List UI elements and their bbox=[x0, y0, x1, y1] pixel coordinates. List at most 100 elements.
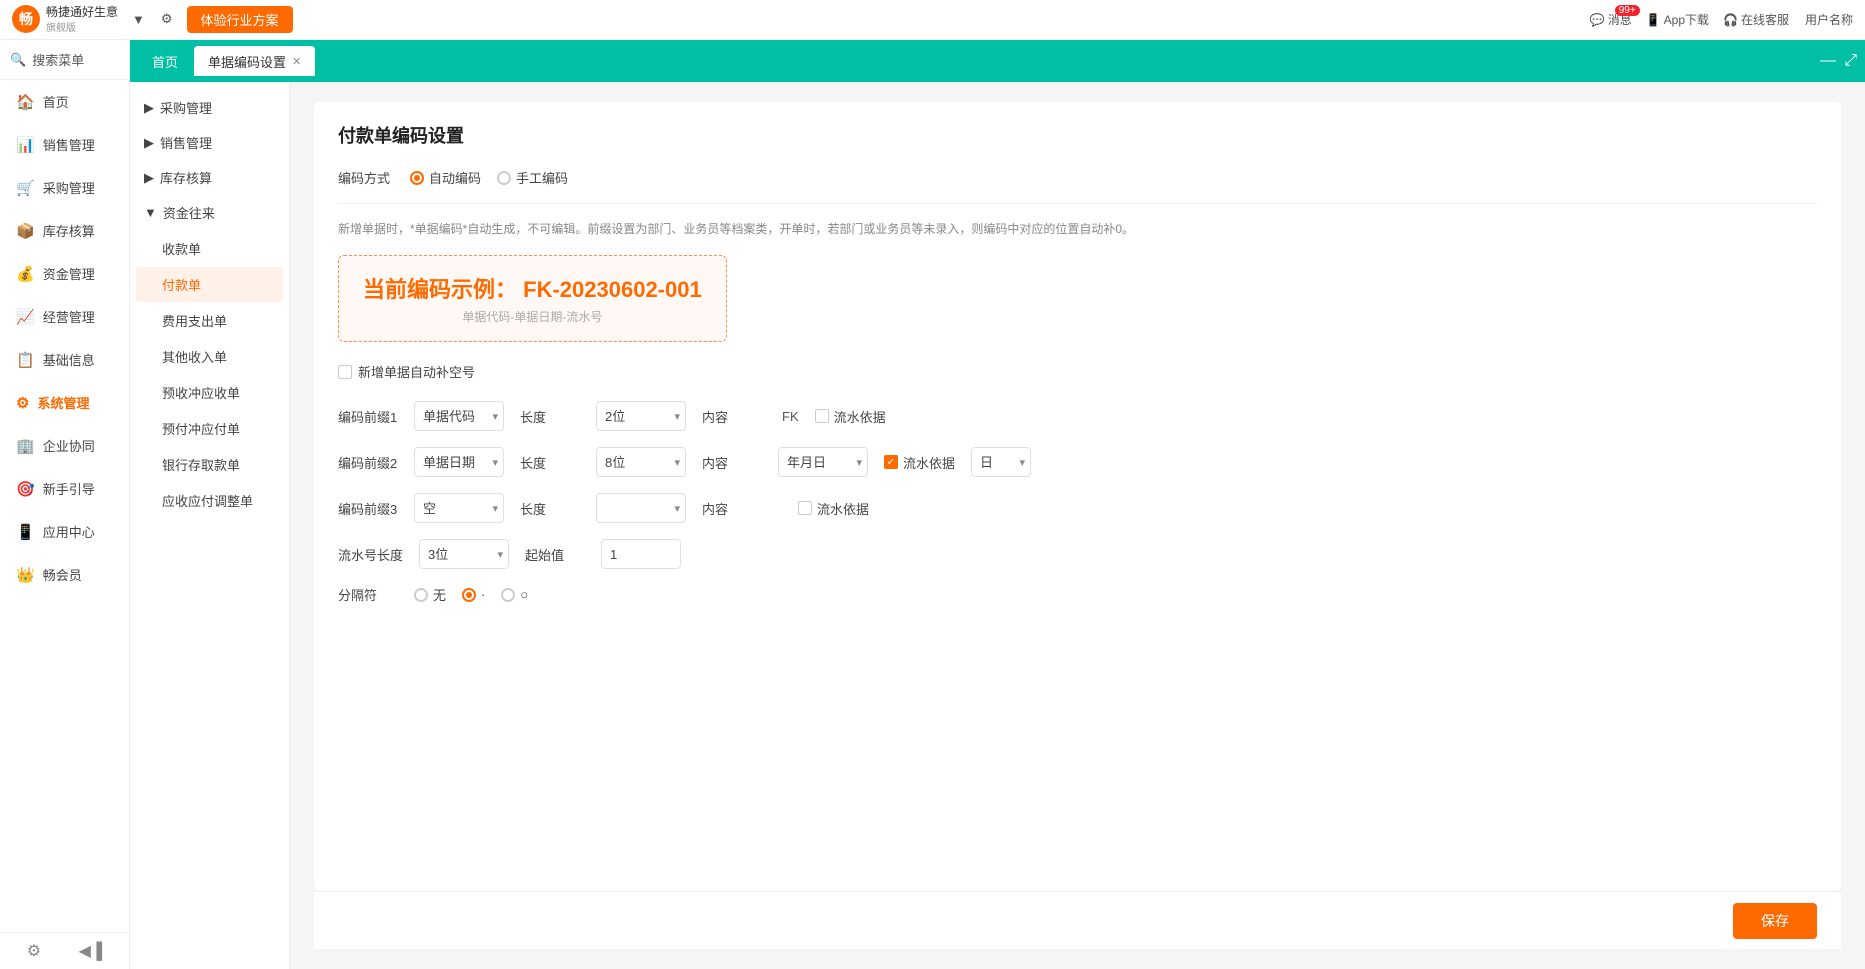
prefix3-content-label: 内容 bbox=[702, 499, 762, 518]
prefix-row-2: 编码前缀2 单据日期 长度 8位 内容 bbox=[338, 447, 1817, 477]
tab-encoding-label: 单据编码设置 bbox=[208, 52, 286, 71]
prefix1-flow-box bbox=[815, 409, 829, 423]
topbar-nav-dropdown[interactable]: ▼ bbox=[126, 10, 151, 29]
service-icon-item[interactable]: 🎧 在线客服 bbox=[1723, 11, 1789, 28]
prefix1-length-label: 长度 bbox=[520, 407, 580, 426]
desc-text: 新增单据时，*单据编码*自动生成，不可编辑。前缀设置为部门、业务员等档案类，开单… bbox=[338, 220, 1817, 239]
sidebar-item-system[interactable]: ⚙ 系统管理 bbox=[4, 383, 125, 422]
menu-item-payment[interactable]: 付款单 bbox=[136, 267, 283, 302]
menu-item-advance-payment[interactable]: 预付冲应付单 bbox=[136, 411, 283, 446]
menu-item-advance-receipt[interactable]: 预收冲应收单 bbox=[136, 375, 283, 410]
manual-code-radio[interactable]: 手工编码 bbox=[497, 168, 568, 187]
download-label: App下载 bbox=[1664, 11, 1709, 28]
sidebar-item-purchase[interactable]: 🛒 采购管理 bbox=[4, 168, 125, 207]
download-icon-item[interactable]: 📱 App下载 bbox=[1646, 11, 1709, 28]
preview-sub: 单据代码-单据日期-流水号 bbox=[363, 308, 702, 325]
menu-item-adjust[interactable]: 应收应付调整单 bbox=[136, 483, 283, 518]
auto-fill-label: 新增单据自动补空号 bbox=[358, 362, 475, 381]
menu-item-receipt[interactable]: 收款单 bbox=[136, 231, 283, 266]
sidebar-item-home[interactable]: 🏠 首页 bbox=[4, 82, 125, 121]
prefix2-length-select[interactable]: 8位 bbox=[596, 447, 686, 477]
prefix3-flow-label: 流水依据 bbox=[817, 499, 869, 518]
sidebar-item-inventory-label: 库存核算 bbox=[43, 221, 95, 240]
separator-none-radio[interactable]: 无 bbox=[414, 585, 446, 604]
serial-length-label: 流水号长度 bbox=[338, 545, 403, 564]
sidebar-collapse-icon[interactable]: ◀▐ bbox=[79, 941, 103, 961]
prefix-row-3: 编码前缀3 空 长度 内容 bbox=[338, 493, 1817, 523]
sidebar-item-newbie-label: 新手引导 bbox=[43, 479, 95, 498]
auto-code-radio-dot bbox=[410, 171, 424, 185]
prefix3-select-wrapper: 空 bbox=[414, 493, 504, 523]
menu-group-capital[interactable]: ▼ 资金往来 bbox=[130, 195, 289, 230]
sidebar-item-basic-label: 基础信息 bbox=[43, 350, 95, 369]
prefix3-select[interactable]: 空 bbox=[414, 493, 504, 523]
separator-circle-dot bbox=[501, 588, 515, 602]
sidebar-item-sales-label: 销售管理 bbox=[43, 135, 95, 154]
prefix3-flow-checkbox[interactable]: 流水依据 bbox=[798, 499, 869, 518]
prefix1-flow-checkbox[interactable]: 流水依据 bbox=[815, 407, 886, 426]
save-button[interactable]: 保存 bbox=[1733, 903, 1817, 939]
preview-code: 当前编码示例： FK-20230602-001 bbox=[363, 272, 702, 304]
tabbar-minimize-icon[interactable]: — bbox=[1820, 52, 1836, 70]
sidebar-item-inventory[interactable]: 📦 库存核算 bbox=[4, 211, 125, 250]
message-icon-item[interactable]: 💬 消息 99+ bbox=[1590, 11, 1632, 28]
serial-length-select[interactable]: 3位 bbox=[419, 539, 509, 569]
separator-none-dot bbox=[414, 588, 428, 602]
sidebar-item-basic[interactable]: 📋 基础信息 bbox=[4, 340, 125, 379]
sidebar-item-finance[interactable]: 💰 资金管理 bbox=[4, 254, 125, 293]
tab-home[interactable]: 首页 bbox=[138, 46, 192, 76]
separator-dot-radio[interactable]: · bbox=[462, 587, 485, 602]
tabbar: 首页 单据编码设置 ✕ — ⤢ bbox=[130, 40, 1865, 82]
tabbar-maximize-icon[interactable]: ⤢ bbox=[1844, 52, 1857, 70]
search-menu[interactable]: 🔍 搜索菜单 bbox=[0, 40, 129, 80]
sidebar-item-enterprise[interactable]: 🏢 企业协同 bbox=[4, 426, 125, 465]
sidebar-item-newbie[interactable]: 🎯 新手引导 bbox=[4, 469, 125, 508]
prefix2-unit-wrapper: 日 bbox=[971, 447, 1031, 477]
prefix1-label: 编码前缀1 bbox=[338, 407, 398, 426]
tab-encoding[interactable]: 单据编码设置 ✕ bbox=[194, 46, 315, 76]
menu-item-bank[interactable]: 银行存取款单 bbox=[136, 447, 283, 482]
serial-start-input[interactable] bbox=[601, 539, 681, 569]
prefix1-length-select[interactable]: 2位 bbox=[596, 401, 686, 431]
sidebar-settings-icon[interactable]: ⚙ bbox=[27, 941, 41, 961]
sidebar-item-operations[interactable]: 📈 经营管理 bbox=[4, 297, 125, 336]
prefix1-select[interactable]: 单据代码 bbox=[414, 401, 504, 431]
enterprise-icon: 🏢 bbox=[16, 437, 35, 455]
menu-group-purchase-arrow: ▶ bbox=[144, 100, 154, 116]
sidebar-item-appstore[interactable]: 📱 应用中心 bbox=[4, 512, 125, 551]
service-label: 在线客服 bbox=[1741, 11, 1789, 28]
user-label[interactable]: 用户名称 bbox=[1805, 11, 1853, 28]
tab-encoding-close[interactable]: ✕ bbox=[292, 55, 301, 68]
prefix2-unit-select[interactable]: 日 bbox=[971, 447, 1031, 477]
prefix2-select[interactable]: 单据日期 bbox=[414, 447, 504, 477]
encoding-method-row: 编码方式 自动编码 手工编码 bbox=[338, 168, 1817, 204]
auto-fill-checkbox[interactable] bbox=[338, 365, 352, 379]
preview-label: 当前编码示例： bbox=[363, 277, 517, 302]
serial-row: 流水号长度 3位 起始值 bbox=[338, 539, 1817, 569]
prefix2-content-wrapper: 年月日 bbox=[778, 447, 868, 477]
sidebar-item-vip[interactable]: 👑 畅会员 bbox=[4, 555, 125, 594]
menu-group-purchase[interactable]: ▶ 采购管理 bbox=[130, 90, 289, 125]
prefix2-content-select[interactable]: 年月日 bbox=[778, 447, 868, 477]
sidebar-item-sales[interactable]: 📊 销售管理 bbox=[4, 125, 125, 164]
trial-button[interactable]: 体验行业方案 bbox=[187, 6, 293, 33]
menu-item-expense[interactable]: 费用支出单 bbox=[136, 303, 283, 338]
separator-circle-radio[interactable]: ○ bbox=[501, 587, 528, 602]
appstore-icon: 📱 bbox=[16, 523, 35, 541]
prefix2-flow-checkbox[interactable]: ✓ 流水依据 bbox=[884, 453, 955, 472]
menu-item-other-income[interactable]: 其他收入单 bbox=[136, 339, 283, 374]
prefix3-label: 编码前缀3 bbox=[338, 499, 398, 518]
prefix3-length-select[interactable] bbox=[596, 493, 686, 523]
prefix2-content-label: 内容 bbox=[702, 453, 762, 472]
menu-group-inventory[interactable]: ▶ 库存核算 bbox=[130, 160, 289, 195]
left-menu: ▶ 采购管理 ▶ 销售管理 ▶ 库存核算 ▼ 资金往来 收款单 付款单 费用支出… bbox=[130, 82, 290, 969]
topbar: 畅 畅捷通好生意 旗舰版 ▼ ⚙ 体验行业方案 💬 消息 99+ 📱 App下载… bbox=[0, 0, 1865, 40]
auto-code-radio[interactable]: 自动编码 bbox=[410, 168, 481, 187]
separator-dot-label: · bbox=[481, 587, 485, 602]
vip-icon: 👑 bbox=[16, 566, 35, 584]
separator-dot-dot bbox=[462, 588, 476, 602]
purchase-icon: 🛒 bbox=[16, 179, 35, 197]
sidebar-item-system-label: 系统管理 bbox=[37, 393, 89, 412]
menu-group-sales[interactable]: ▶ 销售管理 bbox=[130, 125, 289, 160]
topbar-settings-icon[interactable]: ⚙ bbox=[155, 9, 179, 29]
